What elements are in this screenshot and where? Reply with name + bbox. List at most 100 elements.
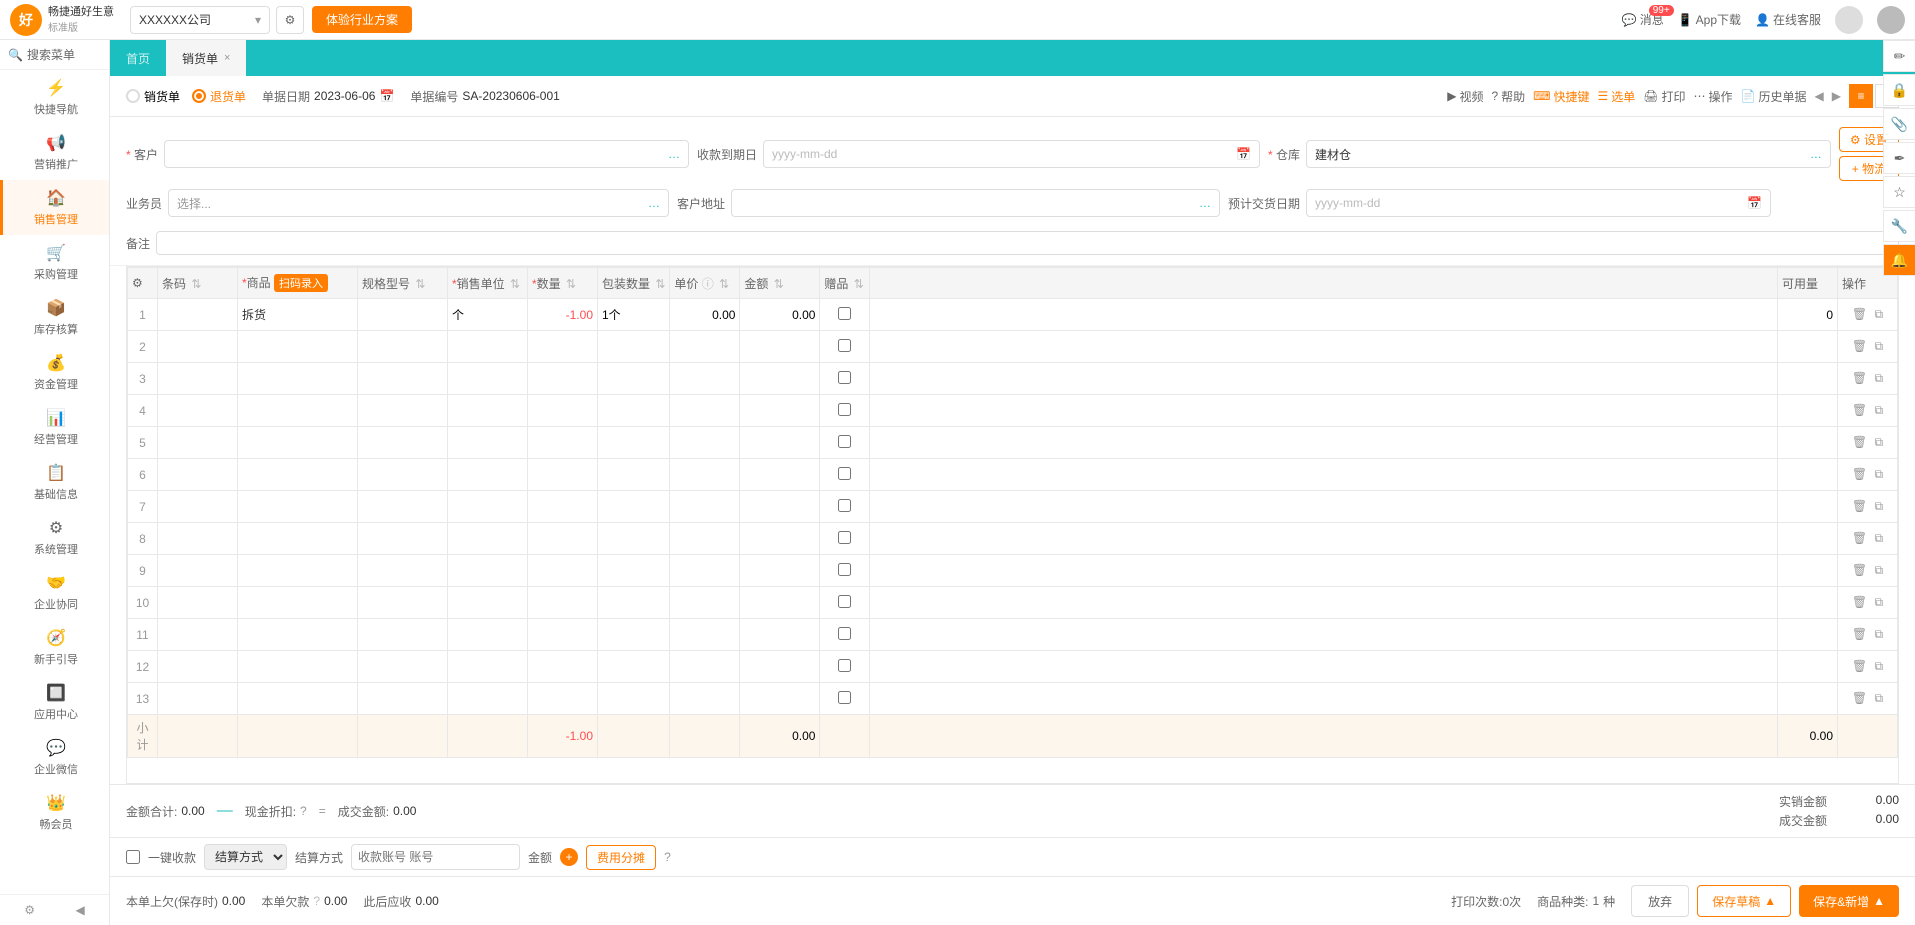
cell-qty[interactable]: [528, 587, 598, 619]
cell-amount[interactable]: [740, 331, 820, 363]
cell-amount[interactable]: [740, 587, 820, 619]
cell-unit[interactable]: [448, 619, 528, 651]
customer-input[interactable]: …: [164, 140, 689, 168]
cell-amount[interactable]: [740, 683, 820, 715]
discount-help-icon[interactable]: ?: [300, 804, 307, 818]
cell-gift[interactable]: [820, 491, 870, 523]
cell-qty[interactable]: [528, 427, 598, 459]
right-panel-pen[interactable]: ✒: [1883, 142, 1915, 174]
cell-pkg[interactable]: [598, 395, 670, 427]
cell-barcode[interactable]: [158, 683, 238, 715]
qty-sort[interactable]: ⇅: [566, 277, 576, 291]
video-btn[interactable]: ▶ 视频: [1447, 88, 1483, 105]
right-panel-edit[interactable]: ✏: [1883, 40, 1915, 72]
gift-checkbox[interactable]: [838, 435, 851, 448]
shortcut-btn[interactable]: ⌨ 快捷键: [1533, 88, 1589, 105]
gift-checkbox[interactable]: [838, 371, 851, 384]
copy-icon[interactable]: ⧉: [1875, 339, 1884, 353]
right-panel-star[interactable]: ☆: [1883, 176, 1915, 208]
sidebar-item-business[interactable]: 📊 经营管理: [0, 400, 109, 455]
delivery-date-input[interactable]: yyyy-mm-dd 📅: [1306, 189, 1771, 217]
cell-price[interactable]: [670, 459, 740, 491]
choose-btn[interactable]: ☰ 选单: [1598, 88, 1636, 105]
scan-button[interactable]: 扫码录入: [274, 274, 328, 292]
one-click-checkbox[interactable]: [126, 850, 140, 864]
cell-product[interactable]: [238, 555, 358, 587]
cell-amount[interactable]: 0.00: [740, 299, 820, 331]
cell-unit[interactable]: [448, 491, 528, 523]
delete-icon[interactable]: 🗑: [1852, 691, 1867, 705]
gift-checkbox[interactable]: [838, 499, 851, 512]
cell-unit[interactable]: [448, 651, 528, 683]
delete-icon[interactable]: 🗑: [1852, 467, 1867, 481]
cell-product[interactable]: [238, 587, 358, 619]
nav-prev-icon[interactable]: ◀: [1815, 89, 1824, 103]
cell-pkg[interactable]: [598, 523, 670, 555]
cell-pkg[interactable]: [598, 491, 670, 523]
cell-price[interactable]: [670, 683, 740, 715]
cell-product[interactable]: [238, 395, 358, 427]
app-download-button[interactable]: 📱 App下载: [1678, 11, 1741, 28]
cell-unit[interactable]: [448, 587, 528, 619]
delete-icon[interactable]: 🗑: [1852, 627, 1867, 641]
cell-qty[interactable]: [528, 459, 598, 491]
cell-spec[interactable]: [358, 651, 448, 683]
avatar2[interactable]: [1877, 6, 1905, 34]
cell-unit[interactable]: [448, 459, 528, 491]
cell-gift[interactable]: [820, 555, 870, 587]
cell-spec[interactable]: [358, 619, 448, 651]
delete-icon[interactable]: 🗑: [1852, 307, 1867, 321]
cell-qty[interactable]: [528, 523, 598, 555]
gift-checkbox[interactable]: [838, 307, 851, 320]
cell-product[interactable]: [238, 363, 358, 395]
cell-pkg[interactable]: 1个: [598, 299, 670, 331]
trial-button[interactable]: 体验行业方案: [312, 6, 412, 33]
payment-method-select[interactable]: 结算方式: [204, 844, 287, 870]
gift-checkbox[interactable]: [838, 563, 851, 576]
cell-barcode[interactable]: [158, 395, 238, 427]
sidebar-item-basic[interactable]: 📋 基础信息: [0, 455, 109, 510]
sidebar-item-sales[interactable]: 🏠 销售管理: [0, 180, 109, 235]
expense-button[interactable]: 费用分摊: [586, 845, 656, 870]
cell-spec[interactable]: [358, 395, 448, 427]
sidebar-search[interactable]: 🔍 搜索菜单: [0, 40, 109, 70]
cell-unit[interactable]: [448, 523, 528, 555]
cell-gift[interactable]: [820, 363, 870, 395]
delete-icon[interactable]: 🗑: [1852, 339, 1867, 353]
copy-icon[interactable]: ⧉: [1875, 691, 1884, 705]
cell-pkg[interactable]: [598, 619, 670, 651]
sidebar-bottom-collapse[interactable]: ◀: [76, 903, 85, 917]
tab-sales-order[interactable]: 销货单 ×: [166, 40, 246, 76]
cell-qty[interactable]: [528, 491, 598, 523]
cell-qty[interactable]: [528, 619, 598, 651]
delete-icon[interactable]: 🗑: [1852, 531, 1867, 545]
cell-barcode[interactable]: [158, 555, 238, 587]
sidebar-item-system[interactable]: ⚙ 系统管理: [0, 510, 109, 565]
payment-account-input[interactable]: [351, 844, 520, 870]
cell-pkg[interactable]: [598, 459, 670, 491]
copy-icon[interactable]: ⧉: [1875, 371, 1884, 385]
gift-checkbox[interactable]: [838, 595, 851, 608]
cell-unit[interactable]: [448, 331, 528, 363]
message-button[interactable]: 💬 消息 99+: [1622, 11, 1664, 28]
cell-barcode[interactable]: [158, 651, 238, 683]
copy-icon[interactable]: ⧉: [1875, 531, 1884, 545]
cell-amount[interactable]: [740, 523, 820, 555]
radio-sales[interactable]: 销货单: [126, 88, 180, 105]
sidebar-item-enterprise[interactable]: 🤝 企业协同: [0, 565, 109, 620]
cell-gift[interactable]: [820, 651, 870, 683]
payment-add-button[interactable]: +: [560, 848, 578, 866]
amount-sort[interactable]: ⇅: [774, 277, 784, 291]
delete-icon[interactable]: 🗑: [1852, 563, 1867, 577]
cell-spec[interactable]: [358, 459, 448, 491]
spec-sort[interactable]: ⇅: [415, 277, 425, 291]
cell-price[interactable]: [670, 491, 740, 523]
delete-icon[interactable]: 🗑: [1852, 595, 1867, 609]
sidebar-item-wechat[interactable]: 💬 企业微信: [0, 730, 109, 785]
cell-spec[interactable]: [358, 491, 448, 523]
save-draft-button[interactable]: 保存草稿 ▲: [1697, 885, 1791, 917]
cell-product[interactable]: [238, 683, 358, 715]
gift-checkbox[interactable]: [838, 691, 851, 704]
delete-icon[interactable]: 🗑: [1852, 659, 1867, 673]
price-sort[interactable]: ⇅: [719, 277, 729, 291]
